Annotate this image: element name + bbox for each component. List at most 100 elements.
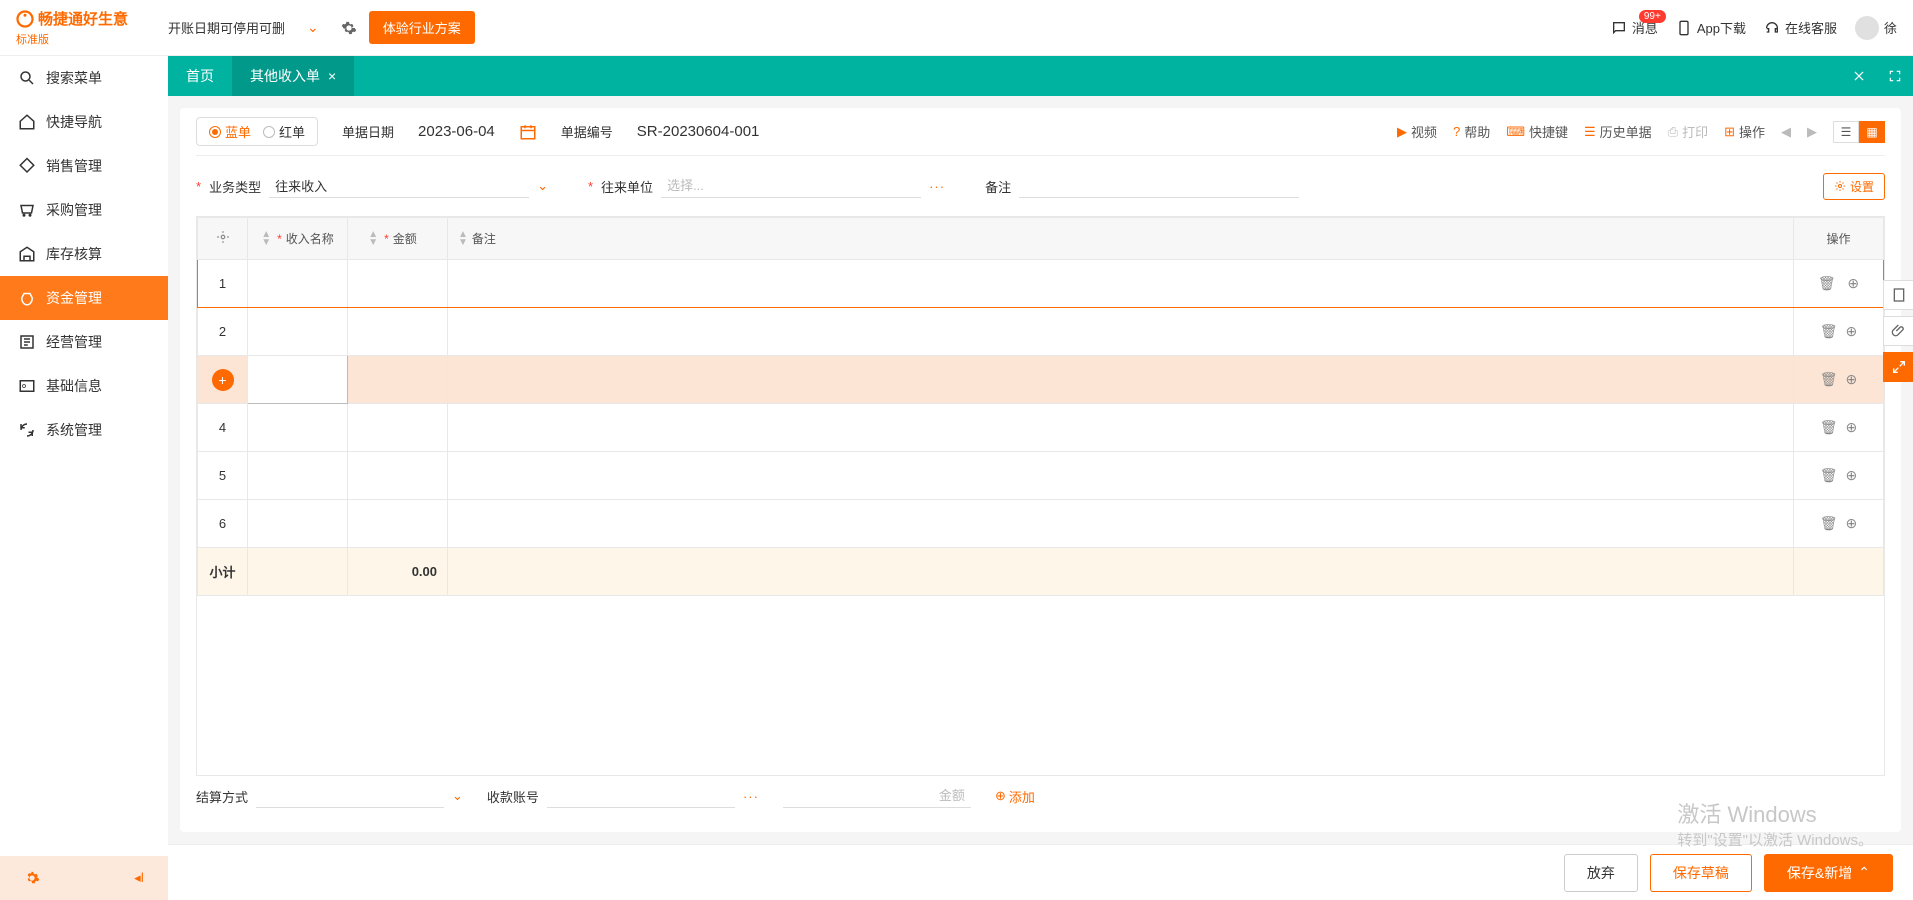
messages-button[interactable]: 消息 99+: [1611, 18, 1658, 37]
copy-icon[interactable]: ⊕: [1846, 323, 1858, 339]
copy-icon[interactable]: ⊕: [1846, 419, 1858, 435]
cell-name[interactable]: [248, 500, 348, 548]
remark-input[interactable]: [1019, 174, 1299, 198]
calendar-icon[interactable]: [519, 123, 537, 141]
sidebar-item-inventory[interactable]: 库存核算: [0, 232, 168, 276]
toolbar-operate[interactable]: ⊞操作: [1724, 122, 1765, 141]
user-menu[interactable]: 徐: [1855, 16, 1897, 40]
close-icon[interactable]: ×: [328, 68, 336, 84]
view-card-button[interactable]: ▦: [1859, 121, 1885, 143]
gear-icon[interactable]: [341, 20, 357, 36]
chevron-down-icon[interactable]: ⌄: [537, 178, 548, 194]
cell-remark[interactable]: [448, 452, 1794, 500]
fullscreen-button[interactable]: [1877, 56, 1913, 96]
col-rownum: [198, 218, 248, 260]
app-download-button[interactable]: App下载: [1676, 18, 1746, 37]
table-row[interactable]: 5 🗑⊕: [198, 452, 1884, 500]
col-amount[interactable]: ▲▼*金额: [348, 218, 448, 260]
delete-icon[interactable]: 🗑: [1820, 467, 1838, 483]
tab-home[interactable]: 首页: [168, 56, 232, 96]
cell-remark[interactable]: [448, 500, 1794, 548]
party-input[interactable]: [661, 174, 921, 198]
col-remark[interactable]: ▲▼备注: [448, 218, 1794, 260]
doc-date-value[interactable]: 2023-06-04: [418, 123, 495, 140]
receive-account-input[interactable]: [547, 784, 735, 808]
collapse-sidebar-icon[interactable]: ◂ǀ: [134, 870, 144, 886]
discard-button[interactable]: 放弃: [1564, 854, 1638, 892]
cell-name[interactable]: [248, 260, 348, 308]
delete-icon[interactable]: 🗑: [1820, 323, 1838, 339]
copy-icon[interactable]: ⊕: [1846, 371, 1858, 387]
tab-other-income[interactable]: 其他收入单 ×: [232, 56, 354, 96]
sidebar-item-business[interactable]: 经营管理: [0, 320, 168, 364]
cell-name[interactable]: [248, 404, 348, 452]
delete-icon[interactable]: 🗑: [1820, 515, 1838, 531]
sidebar-item-purchase[interactable]: 采购管理: [0, 188, 168, 232]
toolbar-shortcut[interactable]: ⌨快捷键: [1506, 122, 1568, 141]
toolbar-help[interactable]: ?帮助: [1453, 122, 1490, 141]
sidebar-item-quicknav[interactable]: 快捷导航: [0, 100, 168, 144]
cell-name[interactable]: [248, 452, 348, 500]
sidebar-item-system[interactable]: 系统管理: [0, 408, 168, 452]
dock-attachment-button[interactable]: [1883, 316, 1913, 346]
add-row-button[interactable]: +: [212, 369, 234, 391]
chevron-down-icon[interactable]: ⌄: [452, 788, 463, 804]
cell-remark[interactable]: [448, 356, 1794, 404]
save-new-button[interactable]: 保存&新增 ⌃: [1764, 854, 1893, 892]
prev-icon[interactable]: ◀: [1781, 124, 1791, 140]
col-income-name[interactable]: ▲▼*收入名称: [248, 218, 348, 260]
toolbar-video[interactable]: ▶视频: [1397, 122, 1437, 141]
gear-icon[interactable]: [216, 230, 230, 244]
copy-icon[interactable]: ⊕: [1846, 515, 1858, 531]
cell-amount[interactable]: [348, 500, 448, 548]
industry-solution-button[interactable]: 体验行业方案: [369, 11, 475, 44]
view-list-button[interactable]: ☰: [1833, 121, 1859, 143]
save-draft-button[interactable]: 保存草稿: [1650, 854, 1752, 892]
delete-icon[interactable]: 🗑: [1820, 419, 1838, 435]
delete-icon[interactable]: 🗑: [1818, 275, 1836, 291]
cell-remark[interactable]: [448, 404, 1794, 452]
cell-amount[interactable]: [348, 404, 448, 452]
form-toolbar: ▶视频 ?帮助 ⌨快捷键 ☰历史单据 ⎙打印 ⊞操作 ◀ ▶ ☰ ▦: [1397, 121, 1885, 143]
radio-red[interactable]: 红单: [263, 122, 305, 141]
close-tab-button[interactable]: [1841, 56, 1877, 96]
delete-icon[interactable]: 🗑: [1820, 371, 1838, 387]
dock-note-button[interactable]: [1883, 280, 1913, 310]
biz-type-input[interactable]: [269, 174, 529, 198]
table-row[interactable]: 1 🗑 ⊕: [198, 260, 1884, 308]
table-row[interactable]: 6 🗑⊕: [198, 500, 1884, 548]
table-row[interactable]: 4 🗑⊕: [198, 404, 1884, 452]
cell-amount[interactable]: [348, 260, 448, 308]
cell-amount[interactable]: [348, 308, 448, 356]
cell-remark[interactable]: [448, 308, 1794, 356]
account-period-label[interactable]: 开账日期可停用可删: [168, 18, 285, 37]
table-row[interactable]: 2 🗑⊕: [198, 308, 1884, 356]
toolbar-history[interactable]: ☰历史单据: [1584, 122, 1652, 141]
cell-amount[interactable]: [348, 356, 448, 404]
more-icon[interactable]: ···: [929, 179, 945, 194]
settle-method-input[interactable]: [256, 784, 444, 808]
sidebar-item-basic[interactable]: 基础信息: [0, 364, 168, 408]
table-row-add[interactable]: + 🗑 ⊕: [198, 356, 1884, 404]
settings-button[interactable]: 设置: [1823, 173, 1885, 200]
next-icon[interactable]: ▶: [1807, 124, 1817, 140]
gear-icon[interactable]: [24, 870, 40, 886]
sidebar-item-search[interactable]: 搜索菜单: [0, 56, 168, 100]
chevron-down-icon[interactable]: ⌄: [307, 19, 319, 36]
dock-expand-button[interactable]: [1883, 352, 1913, 382]
toolbar-print[interactable]: ⎙打印: [1668, 122, 1708, 141]
toolbar-label: 快捷键: [1529, 122, 1568, 141]
copy-icon[interactable]: ⊕: [1847, 275, 1859, 291]
cell-remark[interactable]: [448, 260, 1794, 308]
cell-name[interactable]: [248, 308, 348, 356]
customer-service-button[interactable]: 在线客服: [1764, 18, 1837, 37]
cell-amount[interactable]: [348, 452, 448, 500]
sidebar-item-sales[interactable]: 销售管理: [0, 144, 168, 188]
copy-icon[interactable]: ⊕: [1846, 467, 1858, 483]
radio-blue[interactable]: 蓝单: [209, 122, 251, 141]
more-icon[interactable]: ···: [743, 789, 759, 804]
receive-amount-input[interactable]: [783, 784, 971, 808]
add-settlement-button[interactable]: ⊕ 添加: [995, 787, 1035, 806]
sidebar-item-funds[interactable]: 资金管理: [0, 276, 168, 320]
cell-name[interactable]: [248, 356, 348, 404]
